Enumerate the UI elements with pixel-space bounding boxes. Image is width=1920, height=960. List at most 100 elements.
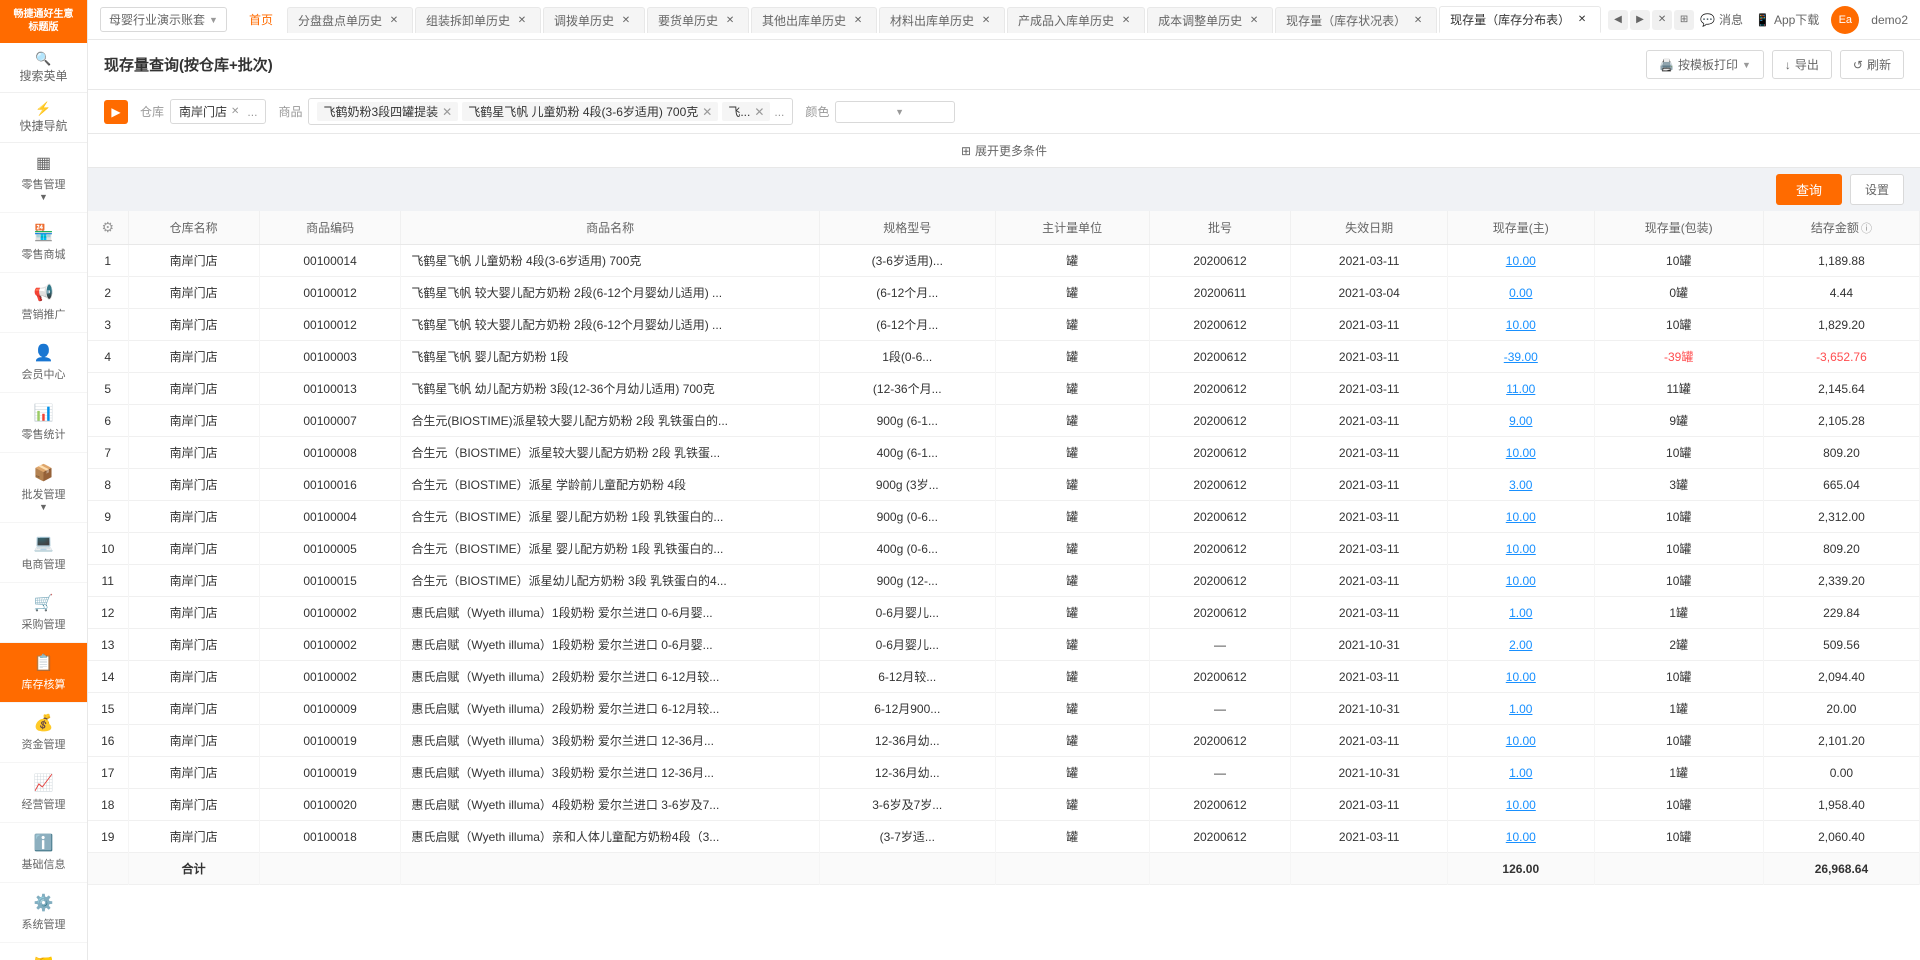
tab-close-tab6[interactable]: ✕: [978, 12, 994, 28]
app-download-action[interactable]: 📱 App下载: [1755, 11, 1819, 28]
tab-tab6[interactable]: 材料出库单历史 ✕: [879, 7, 1005, 33]
setting-button[interactable]: 设置: [1850, 174, 1904, 205]
product-tag-container[interactable]: 飞鹤奶粉3段四罐提装 ✕ 飞鹤星飞帆 儿童奶粉 4段(3-6岁适用) 700克 …: [308, 98, 793, 125]
product-tag-remove-2[interactable]: ✕: [754, 105, 764, 119]
sidebar-item-finance[interactable]: 💰 资金管理: [0, 703, 87, 763]
cell-qty-main[interactable]: 3.00: [1448, 469, 1595, 501]
cell-qty-main[interactable]: 1.00: [1448, 693, 1595, 725]
sidebar-item-ecommerce[interactable]: 💻 电商管理: [0, 523, 87, 583]
color-select-container[interactable]: ▼: [835, 101, 955, 123]
tab-menu[interactable]: ⊞: [1674, 10, 1694, 30]
cell-qty-main[interactable]: 10.00: [1448, 501, 1595, 533]
sidebar-logo[interactable]: 畅捷通好生意 标题版: [0, 0, 87, 43]
tab-tab10[interactable]: 现存量（库存分布表） ✕: [1439, 6, 1601, 33]
cell-unit: 罐: [995, 373, 1149, 405]
filter-expand-arrow[interactable]: ▶: [104, 100, 128, 124]
cell-qty-main[interactable]: 10.00: [1448, 661, 1595, 693]
cell-qty-main[interactable]: 10.00: [1448, 245, 1595, 277]
sidebar-logo-subtitle: 标题版: [4, 21, 83, 35]
tab-tab7[interactable]: 产成品入库单历史 ✕: [1007, 7, 1145, 33]
cell-qty-main[interactable]: 11.00: [1448, 373, 1595, 405]
product-tag-text-2: 飞...: [728, 103, 750, 120]
table-row: 4南岸门店00100003飞鹤星飞帆 婴儿配方奶粉 1段1段(0-6...罐20…: [88, 341, 1920, 373]
sidebar-item-retail-mgmt[interactable]: ▦ 零售管理 ▼: [0, 143, 87, 213]
cell-qty-pkg: 10罐: [1594, 661, 1763, 693]
sidebar-item-member[interactable]: 👤 会员中心: [0, 333, 87, 393]
nav-label-sys-mgmt: 系统管理: [22, 916, 66, 932]
sidebar-item-retail-stats[interactable]: 📊 零售统计: [0, 393, 87, 453]
search-menu-item[interactable]: 🔍 搜索英单: [0, 43, 87, 93]
cell-batch: 20200612: [1149, 597, 1291, 629]
tab-close-tab5[interactable]: ✕: [850, 12, 866, 28]
tab-tab2[interactable]: 组装拆卸单历史 ✕: [415, 7, 541, 33]
cell-qty-main[interactable]: 1.00: [1448, 757, 1595, 789]
tab-close-tab3[interactable]: ✕: [618, 12, 634, 28]
tab-close-tab2[interactable]: ✕: [514, 12, 530, 28]
sidebar-item-retail-mall[interactable]: 🏪 零售商城: [0, 213, 87, 273]
sidebar-item-sys-mgmt[interactable]: ⚙️ 系统管理: [0, 883, 87, 943]
product-more[interactable]: ...: [774, 105, 784, 119]
tab-close-all[interactable]: ✕: [1652, 10, 1672, 30]
sidebar-item-operations[interactable]: 📈 经营管理: [0, 763, 87, 823]
cell-qty-main[interactable]: 10.00: [1448, 533, 1595, 565]
table-row: 19南岸门店00100018惠氏启赋（Wyeth illuma）亲和人体儿童配方…: [88, 821, 1920, 853]
page-header: 现存量查询(按仓库+批次) 🖨️ 按模板打印 ▼ ↓ 导出 ↺ 刷新: [88, 40, 1920, 90]
cell-qty-main[interactable]: 10.00: [1448, 437, 1595, 469]
cell-qty-main[interactable]: 9.00: [1448, 405, 1595, 437]
cell-qty-main[interactable]: 10.00: [1448, 725, 1595, 757]
sidebar-item-marketing[interactable]: 📢 营销推广: [0, 273, 87, 333]
tab-close-tab7[interactable]: ✕: [1118, 12, 1134, 28]
query-button[interactable]: 查询: [1776, 174, 1842, 205]
quick-nav-item[interactable]: ⚡ 快捷导航: [0, 93, 87, 143]
user-avatar[interactable]: Ea: [1831, 6, 1859, 34]
cell-qty-main[interactable]: -39.00: [1448, 341, 1595, 373]
expand-more-button[interactable]: ⊞ 展开更多条件: [953, 138, 1055, 163]
cell-unit: 罐: [995, 405, 1149, 437]
tab-close-tab8[interactable]: ✕: [1246, 12, 1262, 28]
tab-tab5[interactable]: 其他出库单历史 ✕: [751, 7, 877, 33]
print-button[interactable]: 🖨️ 按模板打印 ▼: [1646, 50, 1764, 79]
table-settings-icon[interactable]: ⚙: [101, 219, 114, 235]
cell-batch: 20200612: [1149, 725, 1291, 757]
tab-close-tab1[interactable]: ✕: [386, 12, 402, 28]
sidebar-item-base-info[interactable]: ℹ️ 基础信息: [0, 823, 87, 883]
message-action[interactable]: 💬 消息: [1700, 11, 1743, 28]
warehouse-tag-container[interactable]: 南岸门店 ✕ ...: [170, 99, 266, 124]
refresh-button[interactable]: ↺ 刷新: [1840, 50, 1904, 79]
product-tag-remove-0[interactable]: ✕: [442, 105, 452, 119]
cell-qty-main[interactable]: 10.00: [1448, 565, 1595, 597]
tab-next-arrow[interactable]: ▶: [1630, 10, 1650, 30]
sidebar-item-wholesale[interactable]: 📦 批发管理 ▼: [0, 453, 87, 523]
tab-prev-arrow[interactable]: ◀: [1608, 10, 1628, 30]
sidebar-item-enterprise[interactable]: 🤝 企业协同: [0, 943, 87, 960]
cell-expire: 2021-03-11: [1291, 245, 1448, 277]
export-button[interactable]: ↓ 导出: [1772, 50, 1832, 79]
tab-tab1[interactable]: 分盘盘点单历史 ✕: [287, 7, 413, 33]
tab-tab3[interactable]: 调拨单历史 ✕: [543, 7, 645, 33]
cell-name: 惠氏启赋（Wyeth illuma）1段奶粉 爱尔兰进口 0-6月婴...: [401, 597, 820, 629]
balance-info-icon[interactable]: ⓘ: [1861, 223, 1872, 235]
home-tab[interactable]: 首页: [241, 7, 281, 32]
cell-qty-main[interactable]: 1.00: [1448, 597, 1595, 629]
cell-qty-main[interactable]: 10.00: [1448, 789, 1595, 821]
tab-close-tab10[interactable]: ✕: [1574, 12, 1590, 28]
cell-qty-main[interactable]: 0.00: [1448, 277, 1595, 309]
tab-close-tab4[interactable]: ✕: [722, 12, 738, 28]
cell-qty-main[interactable]: 2.00: [1448, 629, 1595, 661]
tab-tab9[interactable]: 现存量（库存状况表） ✕: [1275, 7, 1437, 33]
cell-expire: 2021-03-11: [1291, 469, 1448, 501]
tab-tab8[interactable]: 成本调整单历史 ✕: [1147, 7, 1273, 33]
warehouse-more[interactable]: ...: [247, 105, 257, 119]
warehouse-tag-remove[interactable]: ✕: [231, 106, 239, 117]
sidebar-item-purchase[interactable]: 🛒 采购管理: [0, 583, 87, 643]
tab-tab4[interactable]: 要货单历史 ✕: [647, 7, 749, 33]
user-name[interactable]: demo2: [1871, 13, 1908, 27]
store-selector[interactable]: 母婴行业演示账套 ▼: [100, 7, 227, 32]
tab-close-tab9[interactable]: ✕: [1410, 12, 1426, 28]
product-tag-remove-1[interactable]: ✕: [702, 105, 712, 119]
page-header-actions: 🖨️ 按模板打印 ▼ ↓ 导出 ↺ 刷新: [1646, 50, 1904, 79]
cell-qty-main[interactable]: 10.00: [1448, 821, 1595, 853]
tab-label-tab4: 要货单历史: [658, 12, 718, 29]
cell-qty-main[interactable]: 10.00: [1448, 309, 1595, 341]
sidebar-item-inventory[interactable]: 📋 库存核算: [0, 643, 87, 703]
